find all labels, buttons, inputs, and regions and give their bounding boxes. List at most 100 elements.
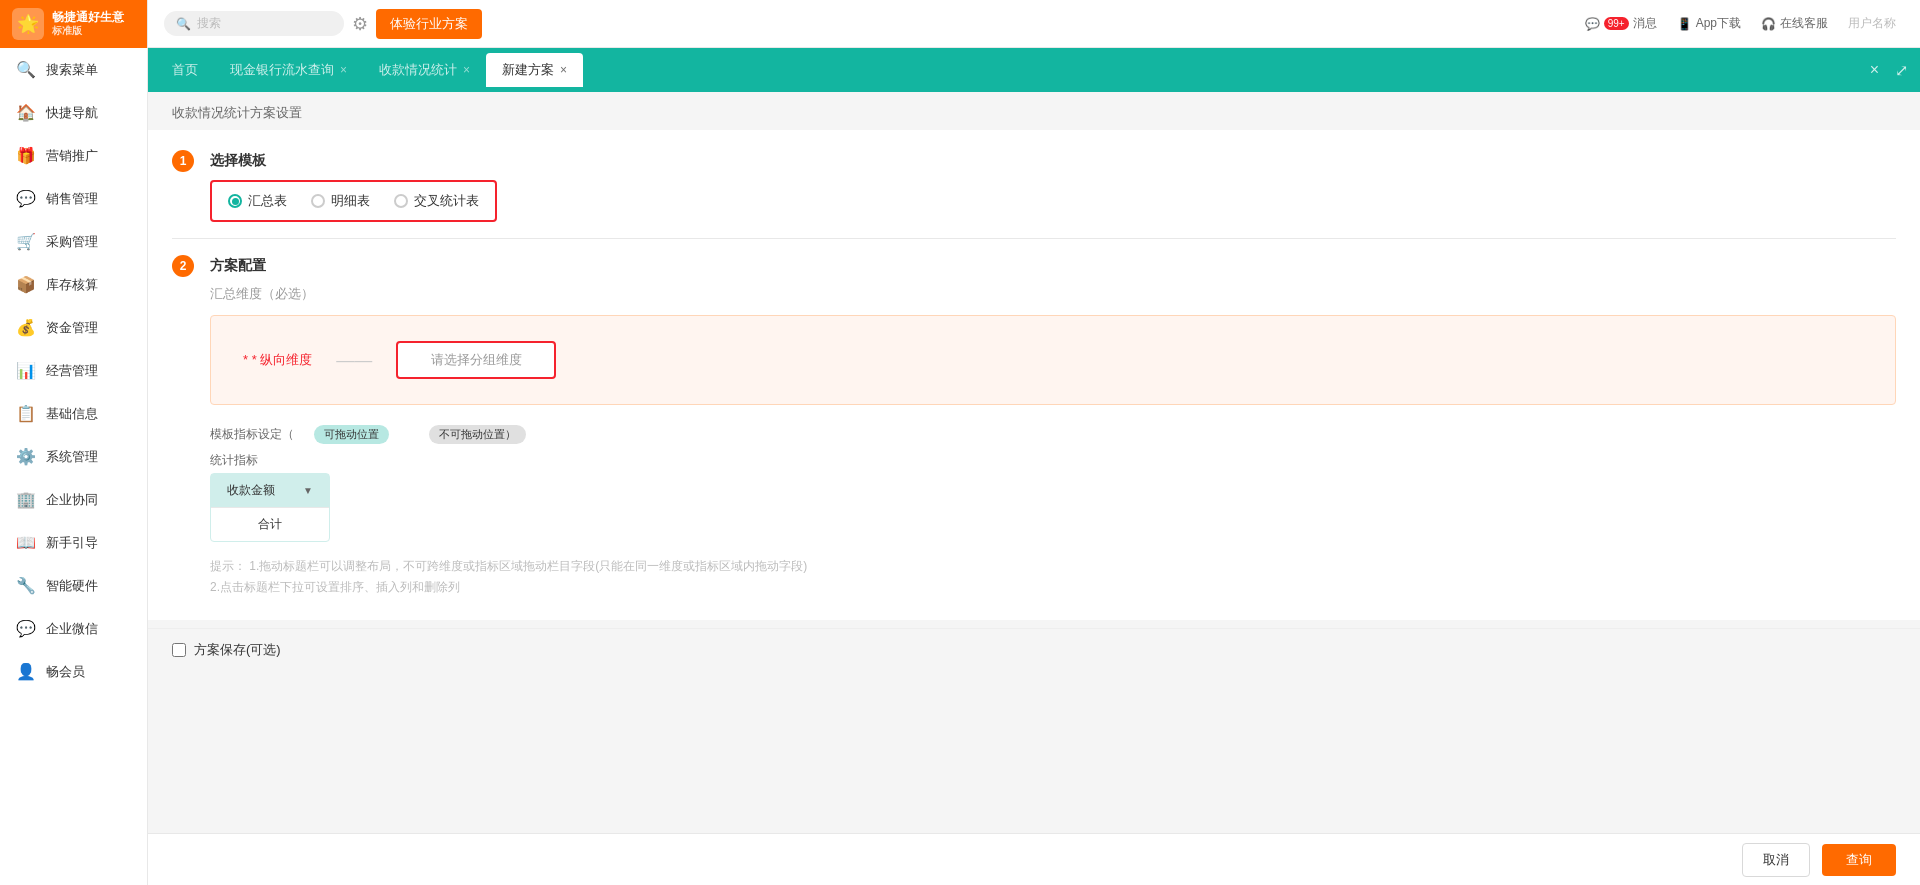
content-area: 收款情况统计方案设置 1 选择模板 汇总表 明细表: [148, 92, 1920, 833]
metrics-col-header: 收款金额: [227, 482, 275, 499]
sidebar-item-label: 搜索菜单: [46, 61, 98, 79]
tab-new-plan[interactable]: 新建方案 ×: [486, 53, 583, 87]
step2-header: 2 方案配置: [172, 255, 1896, 277]
step2-section: 2 方案配置 汇总维度（必选） * * 纵向维度 —— 请选择分组维度: [172, 255, 1896, 596]
dimension-placeholder: 请选择分组维度: [431, 352, 522, 367]
sidebar-item-label: 资金管理: [46, 319, 98, 337]
logo-icon: 🌟: [12, 8, 44, 40]
radio-cross-label: 交叉统计表: [414, 192, 479, 210]
step1-number: 1: [172, 150, 194, 172]
form-panel: 1 选择模板 汇总表 明细表 交叉统计表: [148, 130, 1920, 620]
step2-content: 汇总维度（必选） * * 纵向维度 —— 请选择分组维度: [210, 285, 1896, 596]
service-btn[interactable]: 🎧 在线客服: [1753, 11, 1836, 36]
sidebar-item-label: 快捷导航: [46, 104, 98, 122]
sidebar-logo: 🌟 畅捷通好生意 标准版: [0, 0, 147, 48]
metrics-table-container: 统计指标 收款金额 ▼ 合计: [210, 452, 1896, 542]
radio-cross-circle[interactable]: [394, 194, 408, 208]
tab-maximize-btn[interactable]: ⤢: [1891, 57, 1912, 84]
logo-badge: 标准版: [52, 24, 124, 38]
home-icon: 🏠: [16, 103, 36, 122]
sidebar-item-label: 系统管理: [46, 448, 98, 466]
sidebar-item-operations[interactable]: 📊 经营管理: [0, 349, 147, 392]
step1-header: 1 选择模板: [172, 150, 1896, 172]
sidebar-item-basic-info[interactable]: 📋 基础信息: [0, 392, 147, 435]
sidebar: 🌟 畅捷通好生意 标准版 🔍 搜索菜单 🏠 快捷导航 🎁 营销推广 💬 销售管理…: [0, 0, 148, 885]
sidebar-item-smart-hardware[interactable]: 🔧 智能硬件: [0, 564, 147, 607]
sidebar-item-member[interactable]: 👤 畅会员: [0, 650, 147, 693]
radio-summary-circle[interactable]: [228, 194, 242, 208]
breadcrumb-text: 收款情况统计方案设置: [172, 105, 302, 120]
metrics-table-header: 收款金额 ▼: [211, 474, 329, 507]
sidebar-item-inventory[interactable]: 📦 库存核算: [0, 263, 147, 306]
template-options-box: 汇总表 明细表 交叉统计表: [210, 180, 497, 222]
radio-detail-circle[interactable]: [311, 194, 325, 208]
radio-cross[interactable]: 交叉统计表: [394, 192, 479, 210]
sidebar-item-sales[interactable]: 💬 销售管理: [0, 177, 147, 220]
beginner-icon: 📖: [16, 533, 36, 552]
sidebar-item-label: 销售管理: [46, 190, 98, 208]
required-star: *: [243, 352, 252, 367]
step1-section: 1 选择模板 汇总表 明细表 交叉统计表: [172, 150, 1896, 222]
tip-2: 2.点击标题栏下拉可设置排序、插入列和删除列: [210, 579, 1896, 596]
cancel-button[interactable]: 取消: [1742, 843, 1810, 877]
metrics-table: 收款金额 ▼ 合计: [210, 473, 330, 542]
search-icon: 🔍: [176, 17, 191, 31]
sidebar-item-finance[interactable]: 💰 资金管理: [0, 306, 147, 349]
sidebar-item-label: 库存核算: [46, 276, 98, 294]
finance-icon: 💰: [16, 318, 36, 337]
operations-icon: 📊: [16, 361, 36, 380]
tab-close-btn[interactable]: ×: [1866, 57, 1883, 83]
sidebar-item-search-menu[interactable]: 🔍 搜索菜单: [0, 48, 147, 91]
sidebar-item-system[interactable]: ⚙️ 系统管理: [0, 435, 147, 478]
download-btn[interactable]: 📱 App下载: [1669, 11, 1749, 36]
radio-detail[interactable]: 明细表: [311, 192, 370, 210]
divider1: [172, 238, 1896, 239]
draggable-badge: 可拖动位置: [314, 425, 389, 444]
trial-btn[interactable]: 体验行业方案: [376, 9, 482, 39]
sidebar-item-enterprise[interactable]: 🏢 企业协同: [0, 478, 147, 521]
user-name[interactable]: 用户名称: [1840, 11, 1904, 36]
tab-bank-flow-close[interactable]: ×: [340, 63, 347, 77]
query-button[interactable]: 查询: [1822, 844, 1896, 876]
vertical-label-text: * 纵向维度: [252, 352, 313, 367]
enterprise-icon: 🏢: [16, 490, 36, 509]
notification-icon: 💬: [1585, 17, 1600, 31]
sidebar-item-beginner[interactable]: 📖 新手引导: [0, 521, 147, 564]
sidebar-item-label: 企业协同: [46, 491, 98, 509]
settings-icon[interactable]: ⚙: [352, 13, 368, 35]
sidebar-item-purchase[interactable]: 🛒 采购管理: [0, 220, 147, 263]
chevron-down-icon[interactable]: ▼: [303, 485, 313, 496]
tabs-bar: 首页 现金银行流水查询 × 收款情况统计 × 新建方案 × × ⤢: [148, 48, 1920, 92]
sidebar-item-quick-nav[interactable]: 🏠 快捷导航: [0, 91, 147, 134]
tab-new-plan-close[interactable]: ×: [560, 63, 567, 77]
header-search-box[interactable]: 🔍 搜索: [164, 11, 344, 36]
sidebar-item-label: 企业微信: [46, 620, 98, 638]
sidebar-item-label: 新手引导: [46, 534, 98, 552]
download-icon: 📱: [1677, 17, 1692, 31]
notification-btn[interactable]: 💬 99+ 消息: [1577, 11, 1665, 36]
footer: 取消 查询: [148, 833, 1920, 885]
tab-receipt-stats-close[interactable]: ×: [463, 63, 470, 77]
dimension-select[interactable]: 请选择分组维度: [396, 341, 556, 379]
tab-new-plan-label: 新建方案: [502, 61, 554, 79]
step1-label: 选择模板: [210, 152, 266, 170]
sidebar-item-wechat[interactable]: 💬 企业微信: [0, 607, 147, 650]
tab-bank-flow[interactable]: 现金银行流水查询 ×: [214, 53, 363, 87]
search-menu-icon: 🔍: [16, 60, 36, 79]
metrics-label: 模板指标设定（ 可拖动位置 不可拖动位置）: [210, 425, 1896, 444]
non-draggable-badge: 不可拖动位置）: [429, 425, 526, 444]
tab-receipt-stats[interactable]: 收款情况统计 ×: [363, 53, 486, 87]
sidebar-item-marketing[interactable]: 🎁 营销推广: [0, 134, 147, 177]
download-label: App下载: [1696, 15, 1741, 32]
marketing-icon: 🎁: [16, 146, 36, 165]
logo-text: 畅捷通好生意: [52, 10, 124, 24]
tab-receipt-stats-label: 收款情况统计: [379, 61, 457, 79]
metrics-section: 模板指标设定（ 可拖动位置 不可拖动位置） 统计指标 收款金额: [210, 425, 1896, 542]
stats-label-area: 统计指标 收款金额 ▼ 合计: [210, 452, 330, 542]
radio-summary[interactable]: 汇总表: [228, 192, 287, 210]
sidebar-item-label: 经营管理: [46, 362, 98, 380]
purchase-icon: 🛒: [16, 232, 36, 251]
save-checkbox[interactable]: [172, 643, 186, 657]
dimension-title: 汇总维度（必选）: [210, 285, 1896, 303]
tab-home[interactable]: 首页: [156, 53, 214, 87]
